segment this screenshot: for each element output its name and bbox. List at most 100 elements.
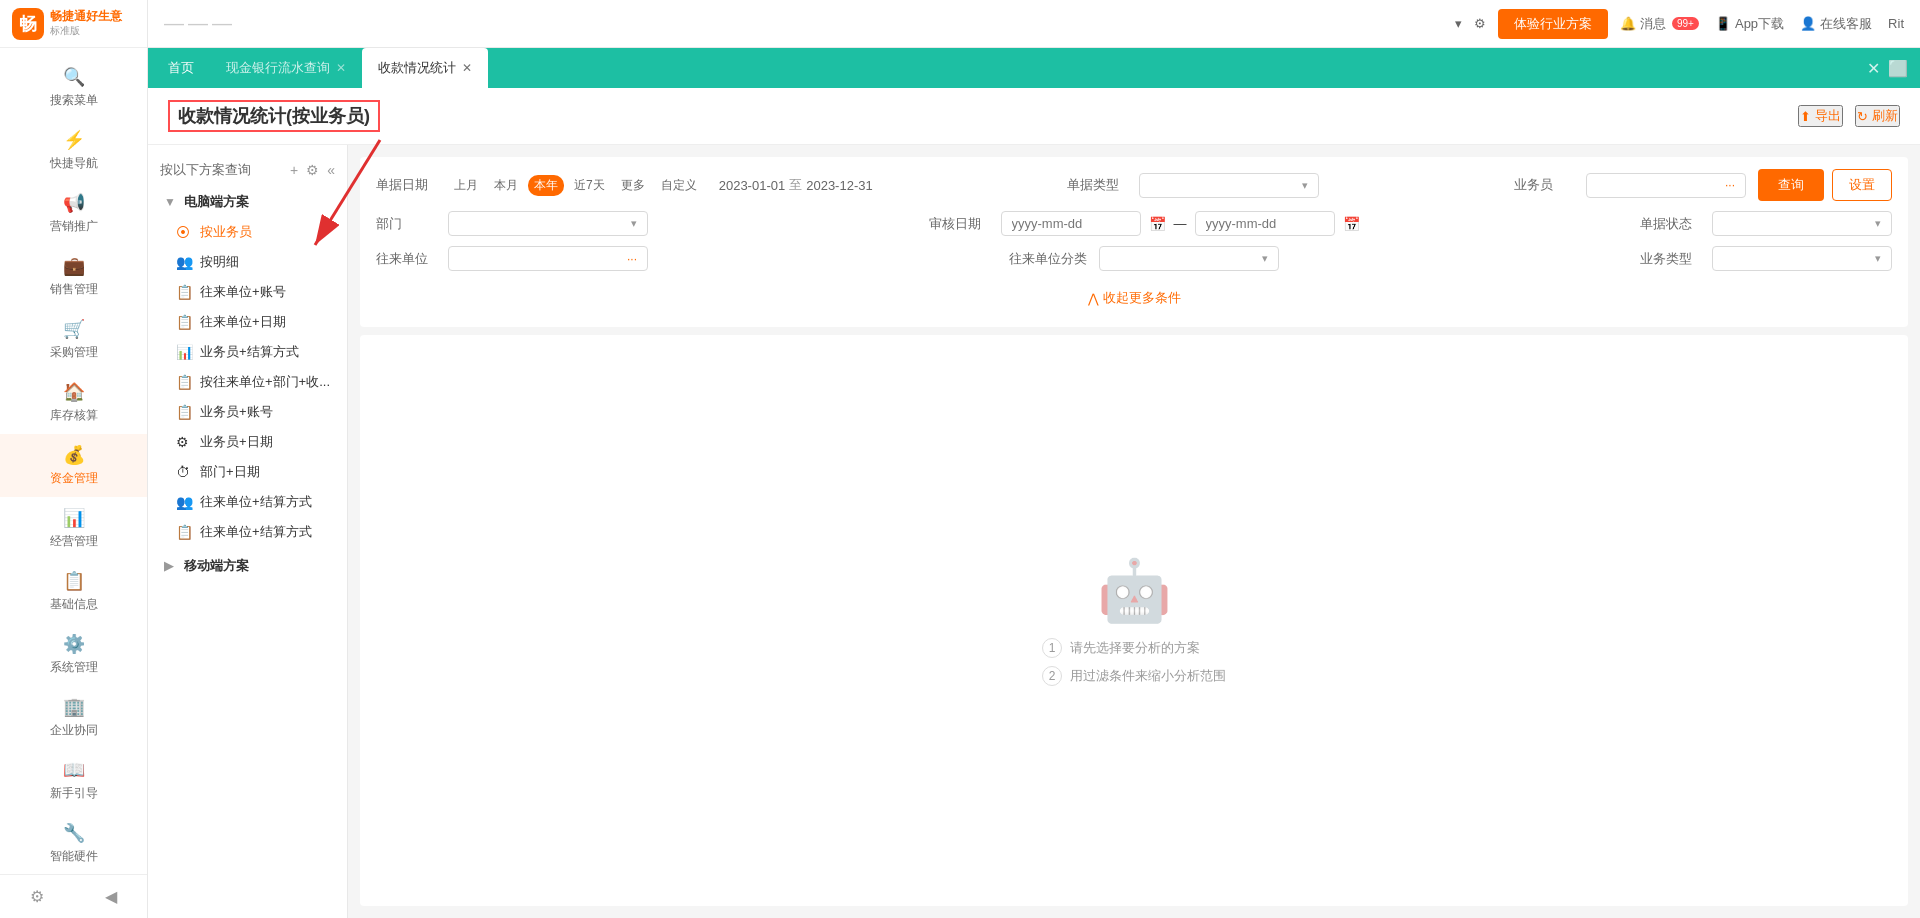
doc-status-arrow: ▾: [1875, 217, 1881, 230]
salesperson-select[interactable]: ···: [1586, 173, 1746, 198]
partner-category-select[interactable]: ▾: [1099, 246, 1279, 271]
date-tab-custom[interactable]: 自定义: [655, 175, 703, 196]
logo-name: 畅捷通好生意: [50, 9, 122, 23]
sidebar-nav: 🔍 搜索菜单 ⚡ 快捷导航 📢 营销推广 💼 销售管理 🛒 采购管理 🏠: [0, 48, 147, 874]
partner-select[interactable]: ···: [448, 246, 648, 271]
tree-item-detail[interactable]: 👥 按明细: [148, 247, 347, 277]
topbar: — — — ▾ ⚙ 体验行业方案 🔔 消息 99+ 📱 App下载 👤: [148, 0, 1920, 48]
tree-item-partner-date[interactable]: 📋 往来单位+日期: [148, 307, 347, 337]
tab-receipt[interactable]: 收款情况统计 ✕: [362, 48, 488, 88]
collapse-btn[interactable]: ⋀ 收起更多条件: [376, 281, 1892, 315]
sidebar-item-marketing[interactable]: 📢 营销推广: [0, 182, 147, 245]
pc-solutions-group[interactable]: ▼ 电脑端方案: [148, 187, 347, 217]
main-area: — — — ▾ ⚙ 体验行业方案 🔔 消息 99+ 📱 App下载 👤: [148, 0, 1920, 918]
setting-btn[interactable]: 设置: [1832, 169, 1892, 201]
tree-item-salesperson-date[interactable]: ⚙ 业务员+日期: [148, 427, 347, 457]
user-avatar[interactable]: Rit: [1888, 16, 1904, 31]
filter-area: 单据日期 上月 本月 本年 近7天 更多 自定义 2023-01-01: [360, 157, 1908, 327]
purchase-icon: 🛒: [63, 318, 85, 340]
sidebar-item-corp[interactable]: 🏢 企业协同: [0, 686, 147, 749]
right-panel: 单据日期 上月 本月 本年 近7天 更多 自定义 2023-01-01: [348, 145, 1920, 918]
sidebar-item-quicknav[interactable]: ⚡ 快捷导航: [0, 119, 147, 182]
partner-settlement2-icon: 📋: [176, 524, 194, 540]
partner-date-icon: 📋: [176, 314, 194, 330]
tab-receipt-close[interactable]: ✕: [462, 61, 472, 75]
sidebar-item-operation[interactable]: 📊 经营管理: [0, 497, 147, 560]
refresh-btn[interactable]: ↻ 刷新: [1855, 105, 1900, 127]
tree-item-partner-dept[interactable]: 📋 按往来单位+部门+收...: [148, 367, 347, 397]
notification-icon: 🔔: [1620, 16, 1636, 31]
partner-account-icon: 📋: [176, 284, 194, 300]
mobile-solutions-group[interactable]: ▶ 移动端方案: [148, 551, 347, 581]
panel-collapse-btn[interactable]: «: [327, 162, 335, 178]
date-tab-last-month[interactable]: 上月: [448, 175, 484, 196]
tree-item-salesperson[interactable]: ⦿ 按业务员: [148, 217, 347, 247]
scheme-settings-btn[interactable]: ⚙: [306, 162, 319, 178]
salesperson-more-btn[interactable]: ···: [1725, 178, 1735, 192]
sidebar-collapse-btn[interactable]: ◀: [105, 887, 117, 906]
tree-item-partner-settlement2[interactable]: 📋 往来单位+结算方式: [148, 517, 347, 547]
page-title: 收款情况统计(按业务员): [168, 100, 380, 132]
sidebar-item-purchase[interactable]: 🛒 采购管理: [0, 308, 147, 371]
dept-select[interactable]: ▾: [448, 211, 648, 236]
sidebar-item-guide[interactable]: 📖 新手引导: [0, 749, 147, 812]
tree-item-dept-date[interactable]: ⏱ 部门+日期: [148, 457, 347, 487]
partner-more-btn[interactable]: ···: [627, 252, 637, 266]
breadcrumb: — — —: [164, 12, 1443, 35]
breadcrumb-dropdown[interactable]: ▾: [1455, 16, 1462, 31]
left-panel-header: 按以下方案查询 + ⚙ «: [148, 153, 347, 187]
tree-item-partner-account[interactable]: 📋 往来单位+账号: [148, 277, 347, 307]
window-close-btn[interactable]: ✕: [1867, 59, 1880, 78]
sidebar-item-basic[interactable]: 📋 基础信息: [0, 560, 147, 623]
empty-tips: 1 请先选择要分析的方案 2 用过滤条件来缩小分析范围: [1042, 638, 1226, 686]
sidebar: 畅 畅捷通好生意 标准版 🔍 搜索菜单 ⚡ 快捷导航 📢 营销推广 💼 销: [0, 0, 148, 918]
operation-icon: 📊: [63, 507, 85, 529]
active-item-icon: ⦿: [176, 224, 194, 240]
filter-row-2: 部门 ▾ 审核日期 📅 —: [376, 211, 1892, 236]
add-scheme-btn[interactable]: +: [290, 162, 298, 178]
sidebar-item-system[interactable]: ⚙️ 系统管理: [0, 623, 147, 686]
settings-icon[interactable]: ⚙: [1474, 16, 1486, 31]
tree-item-salesperson-account[interactable]: 📋 业务员+账号: [148, 397, 347, 427]
doc-type-select[interactable]: ▾: [1139, 173, 1319, 198]
biz-type-select[interactable]: ▾: [1712, 246, 1892, 271]
app-download-btn[interactable]: 📱 App下载: [1715, 15, 1784, 33]
trial-btn[interactable]: 体验行业方案: [1498, 9, 1608, 39]
empty-tip-1: 1 请先选择要分析的方案: [1042, 638, 1226, 658]
tab-bank-close[interactable]: ✕: [336, 61, 346, 75]
date-tab-this-year[interactable]: 本年: [528, 175, 564, 196]
left-panel: 按以下方案查询 + ⚙ « ▼ 电脑端方案 ⦿ 按业务员: [148, 145, 348, 918]
guide-icon: 📖: [63, 759, 85, 781]
window-maximize-btn[interactable]: ⬜: [1888, 59, 1908, 78]
review-date-from[interactable]: [1001, 211, 1141, 236]
notification-btn[interactable]: 🔔 消息 99+: [1620, 15, 1699, 33]
mobile-expand-icon: ▶: [164, 559, 178, 573]
finance-icon: 💰: [63, 444, 85, 466]
tab-bank[interactable]: 现金银行流水查询 ✕: [210, 48, 362, 88]
review-date-label: 审核日期: [929, 215, 989, 233]
tree-item-partner-settlement1[interactable]: 👥 往来单位+结算方式: [148, 487, 347, 517]
date-tab-last7[interactable]: 近7天: [568, 175, 611, 196]
customer-service-btn[interactable]: 👤 在线客服: [1800, 15, 1872, 33]
query-btn[interactable]: 查询: [1758, 169, 1824, 201]
doc-status-select[interactable]: ▾: [1712, 211, 1892, 236]
sidebar-settings-btn[interactable]: ⚙: [30, 887, 44, 906]
tree-item-salesperson-settlement[interactable]: 📊 业务员+结算方式: [148, 337, 347, 367]
system-icon: ⚙️: [63, 633, 85, 655]
tab-home[interactable]: 首页: [152, 48, 210, 88]
review-date-to[interactable]: [1195, 211, 1335, 236]
logo-badge: 标准版: [50, 24, 122, 38]
sidebar-item-search[interactable]: 🔍 搜索菜单: [0, 56, 147, 119]
sales-icon: 💼: [63, 255, 85, 277]
date-tab-more[interactable]: 更多: [615, 175, 651, 196]
partner-label: 往来单位: [376, 250, 436, 268]
calendar-from-icon[interactable]: 📅: [1149, 216, 1166, 232]
dept-date-icon: ⏱: [176, 464, 194, 480]
sidebar-item-finance[interactable]: 💰 资金管理: [0, 434, 147, 497]
sidebar-item-hardware[interactable]: 🔧 智能硬件: [0, 812, 147, 874]
sidebar-item-sales[interactable]: 💼 销售管理: [0, 245, 147, 308]
sidebar-item-warehouse[interactable]: 🏠 库存核算: [0, 371, 147, 434]
date-tab-this-month[interactable]: 本月: [488, 175, 524, 196]
calendar-to-icon[interactable]: 📅: [1343, 216, 1360, 232]
export-btn[interactable]: ⬆ 导出: [1798, 105, 1843, 127]
